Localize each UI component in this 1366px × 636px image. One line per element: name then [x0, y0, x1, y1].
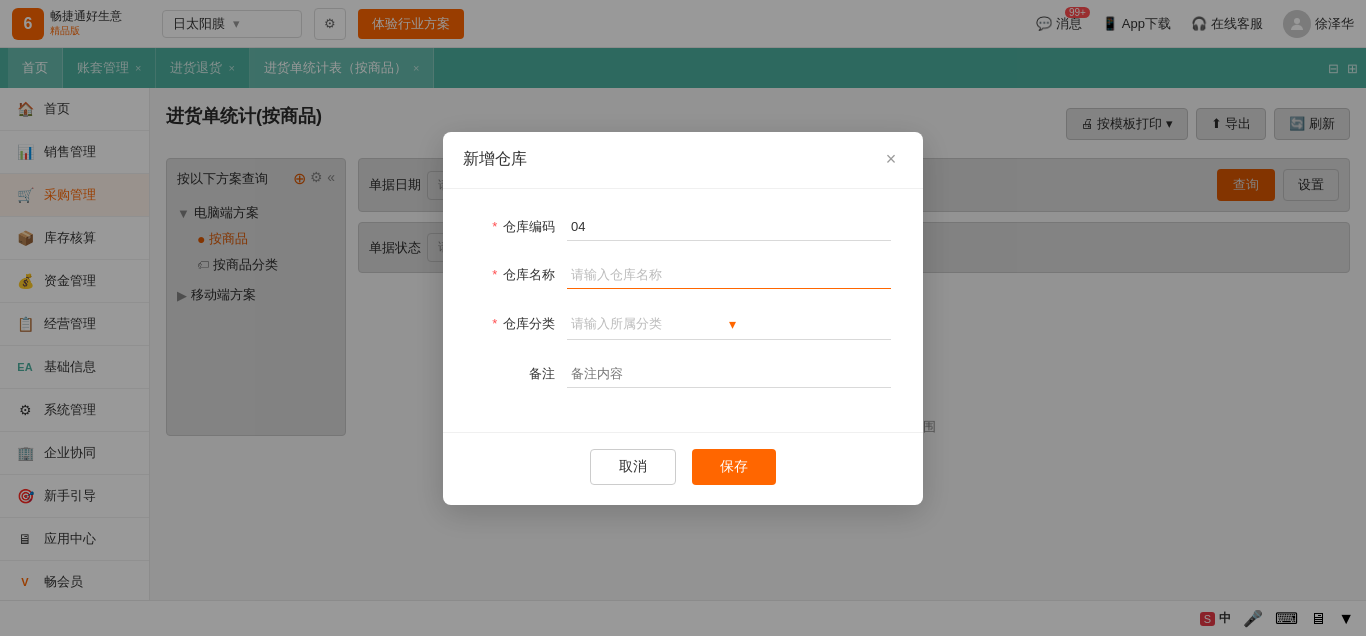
new-warehouse-modal: 新增仓库 × * 仓库编码 * 仓库名称: [443, 132, 923, 505]
modal-title: 新增仓库: [463, 149, 527, 170]
warehouse-remark-label: 备注: [475, 365, 555, 383]
warehouse-category-label: * 仓库分类: [475, 315, 555, 333]
category-dropdown-icon: ▾: [729, 316, 887, 332]
modal-overlay[interactable]: 新增仓库 × * 仓库编码 * 仓库名称: [0, 0, 1366, 636]
warehouse-remark-input[interactable]: [567, 360, 891, 388]
warehouse-name-input[interactable]: [567, 261, 891, 289]
warehouse-code-input[interactable]: [567, 213, 891, 241]
cancel-button[interactable]: 取消: [590, 449, 676, 485]
modal-header: 新增仓库 ×: [443, 132, 923, 189]
warehouse-category-row: * 仓库分类 请输入所属分类 ▾: [475, 309, 891, 340]
modal-footer: 取消 保存: [443, 432, 923, 505]
warehouse-name-row: * 仓库名称: [475, 261, 891, 289]
warehouse-code-row: * 仓库编码: [475, 213, 891, 241]
warehouse-category-select[interactable]: 请输入所属分类 ▾: [567, 309, 891, 340]
save-button[interactable]: 保存: [692, 449, 776, 485]
warehouse-name-label: * 仓库名称: [475, 266, 555, 284]
modal-close-button[interactable]: ×: [879, 148, 903, 172]
warehouse-code-label: * 仓库编码: [475, 218, 555, 236]
modal-body: * 仓库编码 * 仓库名称 * 仓库分类 请输入所属: [443, 189, 923, 432]
warehouse-category-placeholder: 请输入所属分类: [571, 315, 729, 333]
warehouse-remark-row: 备注: [475, 360, 891, 388]
